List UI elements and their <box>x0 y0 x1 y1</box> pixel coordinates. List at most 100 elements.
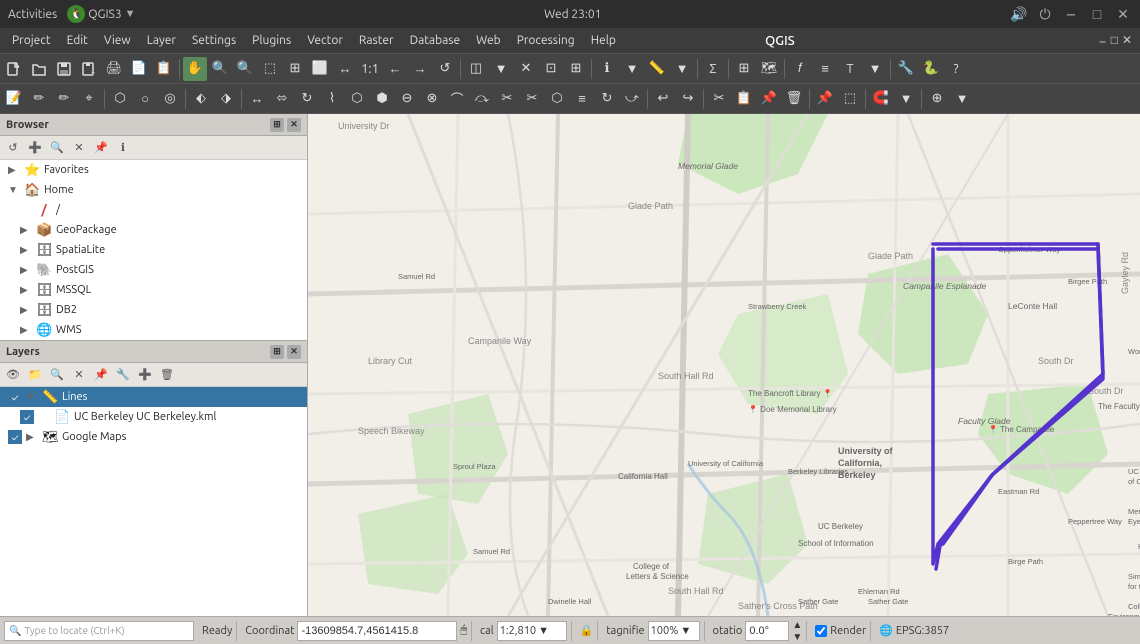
tree-spatialite[interactable]: ▶ 🗄 SpatiaLite <box>0 240 307 260</box>
menu-settings[interactable]: Settings <box>184 32 244 49</box>
measure-dropdown-btn[interactable]: ▼ <box>670 57 694 81</box>
layer-lines-checkbox[interactable]: ✓ <box>8 390 22 404</box>
layers-collapse-btn[interactable]: ✕ <box>69 366 89 384</box>
layers-add-group-btn[interactable]: 📁 <box>25 366 45 384</box>
rotate-btn[interactable]: ↻ <box>295 87 319 111</box>
tree-root[interactable]: / / <box>0 200 307 220</box>
menu-help[interactable]: Help <box>583 32 624 49</box>
save-as-btn[interactable]: + <box>77 57 101 81</box>
digitize-btn[interactable]: ✏ <box>52 87 76 111</box>
split-features-btn[interactable]: ✂ <box>495 87 519 111</box>
split-parts-btn[interactable]: ✂ <box>520 87 544 111</box>
tree-geopackage[interactable]: ▶ 📦 GeoPackage <box>0 220 307 240</box>
digitize-shape-btn[interactable]: ⬚ <box>838 87 862 111</box>
undo-btn[interactable]: ↩ <box>651 87 675 111</box>
attr-table-btn[interactable]: ≡ <box>813 57 837 81</box>
layers-expand-btn[interactable]: 📌 <box>91 366 111 384</box>
layers-remove-btn[interactable]: 🗑 <box>157 366 177 384</box>
pan-map-btn[interactable]: ✋ <box>183 57 207 81</box>
coordinate-input[interactable] <box>297 621 457 641</box>
layers-panel-close-btn[interactable]: ✕ <box>287 345 301 359</box>
help-btn[interactable]: ? <box>944 57 968 81</box>
layers-open-style-btn[interactable]: 👁 <box>3 366 23 384</box>
vertex-editor-btn[interactable]: ⬗ <box>214 87 238 111</box>
layers-settings-btn[interactable]: 🔧 <box>113 366 133 384</box>
measure-btn[interactable]: 📏 <box>645 57 669 81</box>
save-project-btn[interactable] <box>52 57 76 81</box>
add-feature-btn[interactable]: ⬡ <box>108 87 132 111</box>
window-close-btn[interactable]: ✕ <box>1122 33 1132 49</box>
zoom-last-btn[interactable]: ← <box>383 57 407 81</box>
zoom-rubber-btn[interactable]: ⬚ <box>258 57 282 81</box>
layer-uc-checkbox[interactable]: ✓ <box>20 410 34 424</box>
browser-info-btn[interactable]: ℹ <box>113 139 133 157</box>
browser-add-layer-btn[interactable]: ➕ <box>25 139 45 157</box>
simplify-btn[interactable]: ⌇ <box>320 87 344 111</box>
zoom-in-btn[interactable]: 🔍 <box>208 57 232 81</box>
rotate-point-btn[interactable]: ↻ <box>595 87 619 111</box>
delete-ring-btn[interactable]: ⊖ <box>395 87 419 111</box>
tree-db2[interactable]: ▶ 🗄 DB2 <box>0 300 307 320</box>
print-layout-btn[interactable]: 📄 <box>127 57 151 81</box>
zoom-out-btn[interactable]: 🔍 <box>233 57 257 81</box>
browser-refresh-btn[interactable]: ↺ <box>3 139 23 157</box>
edit-layer-btn[interactable]: ✏ <box>27 87 51 111</box>
zoom-selection-btn[interactable]: ⬜ <box>308 57 332 81</box>
merge-attrs-btn[interactable]: ≡ <box>570 87 594 111</box>
snapping-dropdown-btn[interactable]: ▼ <box>894 87 918 111</box>
tree-home[interactable]: ▼ 🏠 Home <box>0 180 307 200</box>
advanced-dropdown-btn[interactable]: ▼ <box>950 87 974 111</box>
rotation-input[interactable] <box>745 621 789 641</box>
window-max-btn[interactable]: □ <box>1111 33 1118 49</box>
advanced-digitize-btn[interactable]: ⊕ <box>925 87 949 111</box>
invert-sel-btn[interactable]: ⊞ <box>564 57 588 81</box>
menu-layer[interactable]: Layer <box>139 32 184 49</box>
menu-project[interactable]: Project <box>4 32 59 49</box>
maximize-button[interactable]: □ <box>1088 5 1106 23</box>
browser-collapse-btn[interactable]: ✕ <box>69 139 89 157</box>
reshape-btn[interactable]: ⌒ <box>445 87 469 111</box>
lock-icon[interactable]: 🔒 <box>580 624 594 637</box>
copy-move-btn[interactable]: ⬄ <box>270 87 294 111</box>
snapping-btn[interactable]: 🧲 <box>869 87 893 111</box>
menu-web[interactable]: Web <box>468 32 509 49</box>
field-calc-btn[interactable]: 𝑓 <box>788 57 812 81</box>
layer-lines[interactable]: ✓ ▼ 📏 Lines <box>0 387 307 407</box>
close-button[interactable]: ✕ <box>1114 5 1132 23</box>
current-edits-btn[interactable]: 📝 <box>2 87 26 111</box>
menu-raster[interactable]: Raster <box>351 32 402 49</box>
browser-panel-float-btn[interactable]: ⊞ <box>270 118 284 132</box>
report-btn[interactable]: 📋 <box>152 57 176 81</box>
rotation-up-btn[interactable]: ▲▼ <box>792 619 802 643</box>
menu-database[interactable]: Database <box>402 32 469 49</box>
locate-search[interactable]: 🔍 Type to locate (Ctrl+K) <box>4 621 194 641</box>
power-icon[interactable]: ⏻ <box>1036 5 1054 23</box>
tree-mssql[interactable]: ▶ 🗄 MSSQL <box>0 280 307 300</box>
fill-ring-btn[interactable]: ⬢ <box>370 87 394 111</box>
magnify-dropdown[interactable]: 100% ▼ <box>648 621 700 641</box>
delete-part-btn[interactable]: ⊗ <box>420 87 444 111</box>
paste-inplace-btn[interactable]: 📌 <box>813 87 837 111</box>
scale-dropdown[interactable]: 1:2,810 ▼ <box>497 621 567 641</box>
python-btn[interactable]: 🐍 <box>919 57 943 81</box>
add-ring-btn[interactable]: ○ <box>133 87 157 111</box>
cut-features-btn[interactable]: ✂ <box>707 87 731 111</box>
new-project-btn[interactable] <box>2 57 26 81</box>
zoom-next-btn[interactable]: → <box>408 57 432 81</box>
layers-filter-btn[interactable]: 🔍 <box>47 366 67 384</box>
activities-label[interactable]: Activities <box>8 8 57 21</box>
move-feature-btn[interactable]: ↔ <box>245 87 269 111</box>
layers-add-layer-btn[interactable]: ➕ <box>135 366 155 384</box>
add-ring2-btn[interactable]: ⬡ <box>345 87 369 111</box>
refresh-btn[interactable]: ↺ <box>433 57 457 81</box>
paste-features-btn[interactable]: 📌 <box>757 87 781 111</box>
stat-summary-btn[interactable]: Σ <box>701 57 725 81</box>
minimize-button[interactable]: − <box>1062 5 1080 23</box>
redo-btn[interactable]: ↪ <box>676 87 700 111</box>
copy-features-btn[interactable]: 📋 <box>732 87 756 111</box>
new-3d-btn[interactable]: 🗺 <box>757 57 781 81</box>
menu-vector[interactable]: Vector <box>299 32 351 49</box>
identify-dropdown-btn[interactable]: ▼ <box>620 57 644 81</box>
plugins-btn[interactable]: 🔧 <box>894 57 918 81</box>
menu-edit[interactable]: Edit <box>59 32 96 49</box>
